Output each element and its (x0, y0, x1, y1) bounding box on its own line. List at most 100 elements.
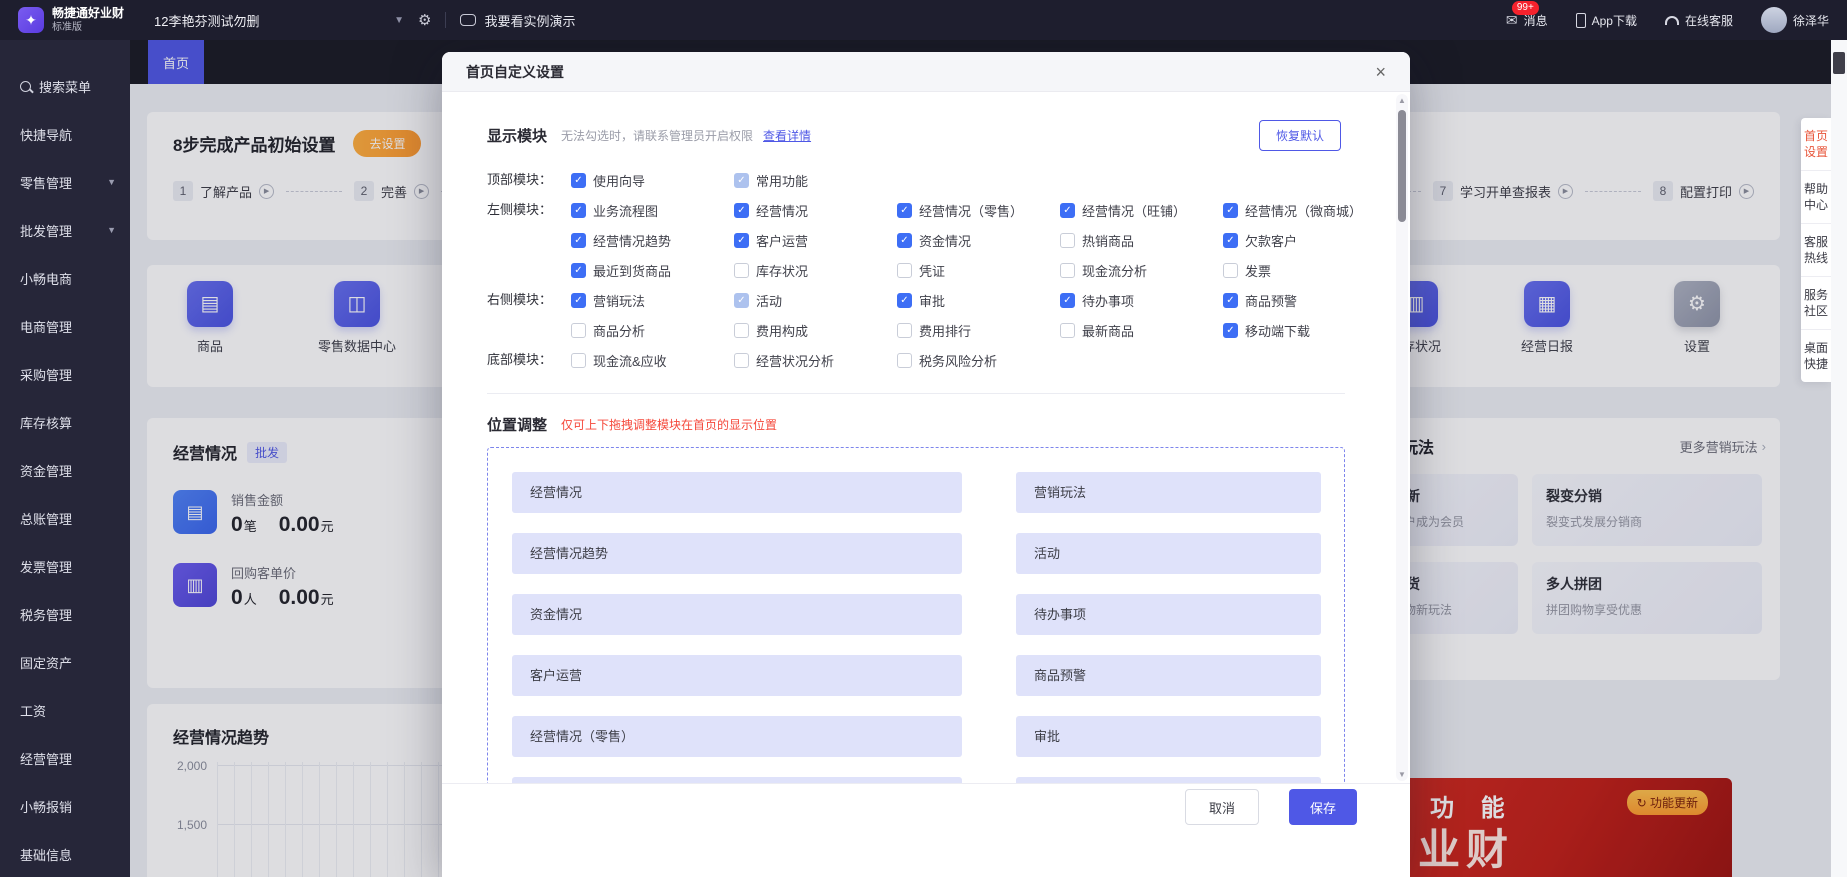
module-checkbox-1-6[interactable]: ✓ 客户运营 (734, 225, 897, 255)
module-checkbox-1-2[interactable]: ✓ 经营情况（零售） (897, 195, 1060, 225)
module-checkbox-2-6[interactable]: 费用构成 (734, 315, 897, 345)
module-checkbox-3-1[interactable]: 经营状况分析 (734, 345, 897, 375)
module-checkbox-3-0[interactable]: 现金流&应收 (571, 345, 734, 375)
rail-item-0[interactable]: 首页设置 (1801, 118, 1831, 171)
module-checkbox-1-1[interactable]: ✓ 经营情况 (734, 195, 897, 225)
sidebar-item-0[interactable]: 搜索菜单 (0, 62, 130, 110)
demo-link[interactable]: 我要看实例演示 (460, 11, 575, 30)
module-checkbox-2-1[interactable]: ✓ 活动 (734, 285, 897, 315)
scroll-up-icon[interactable]: ▲ (1396, 96, 1408, 105)
modal-scrollbar-thumb[interactable] (1398, 110, 1406, 222)
module-checkbox-1-13[interactable]: 现金流分析 (1060, 255, 1223, 285)
account-name: 12李艳芬测试勿删 (154, 13, 260, 29)
module-group-label: 顶部模块： (487, 172, 553, 187)
drag-item-right-2[interactable]: 待办事项 (1016, 594, 1321, 635)
module-checkbox-1-8[interactable]: 热销商品 (1060, 225, 1223, 255)
sidebar: 搜索菜单 快捷导航 零售管理 ▼ 批发管理 ▼ 小畅电商电商管理采购管理 库存核算 资金管理总账… (0, 40, 130, 877)
gear-icon[interactable]: ⚙ (418, 11, 431, 29)
module-checkbox-1-3[interactable]: ✓ 经营情况（旺铺） (1060, 195, 1223, 225)
module-checkbox-2-5[interactable]: 商品分析 (571, 315, 734, 345)
drag-item-right-4[interactable]: 审批 (1016, 716, 1321, 757)
module-checkbox-2-9[interactable]: ✓ 移动端下载 (1223, 315, 1386, 345)
sidebar-item-label: 电商管理 (20, 319, 73, 335)
sidebar-item-label: 总账管理 (20, 511, 73, 527)
module-checkbox-2-0[interactable]: ✓ 营销玩法 (571, 285, 734, 315)
brand: ✦ 畅捷通好业财 标准版 (18, 6, 124, 34)
checkbox-label: 经营情况（旺铺） (1082, 203, 1187, 219)
module-checkbox-2-8[interactable]: 最新商品 (1060, 315, 1223, 345)
module-checkbox-1-5[interactable]: ✓ 经营情况趋势 (571, 225, 734, 255)
checkbox-icon: ✓ (1223, 292, 1238, 308)
checkbox-icon: ✓ (734, 172, 749, 188)
user-menu[interactable]: 徐泽华 (1760, 7, 1829, 33)
sidebar-item-8[interactable]: 资金管理 (0, 446, 130, 494)
sidebar-item-14[interactable]: 经营管理 (0, 734, 130, 782)
drag-item-left-0[interactable]: 经营情况 (512, 472, 962, 513)
scroll-down-icon[interactable]: ▼ (1396, 770, 1408, 779)
restore-default-button[interactable]: 恢复默认 (1258, 120, 1341, 151)
module-checkbox-0-0[interactable]: ✓ 使用向导 (571, 165, 734, 195)
module-checkbox-2-2[interactable]: ✓ 审批 (897, 285, 1060, 315)
checkbox-icon: ✓ (897, 232, 912, 248)
module-checkbox-1-4[interactable]: ✓ 经营情况（微商城） (1223, 195, 1386, 225)
divider (445, 12, 447, 28)
sidebar-item-11[interactable]: 税务管理 (0, 590, 130, 638)
message-count-badge: 99+ (1511, 0, 1539, 15)
sidebar-item-16[interactable]: 基础信息 (0, 830, 130, 877)
checkbox-label: 业务流程图 (593, 203, 659, 219)
drag-item-left-3[interactable]: 客户运营 (512, 655, 962, 696)
checkbox-icon: ✓ (1060, 292, 1075, 308)
module-checkbox-1-0[interactable]: ✓ 业务流程图 (571, 195, 734, 225)
sidebar-item-1[interactable]: 快捷导航 (0, 110, 130, 158)
app-download-button[interactable]: App下载 (1575, 12, 1637, 29)
topbar-right: 99+ ✉ 消息 App下载 在线客服 徐泽华 (1506, 0, 1829, 33)
checkbox-label: 资金情况 (919, 233, 972, 249)
account-selector[interactable]: 12李艳芬测试勿删 ▼ (154, 11, 404, 30)
module-checkbox-1-11[interactable]: 库存状况 (734, 255, 897, 285)
module-checkbox-2-7[interactable]: 费用排行 (897, 315, 1060, 345)
view-details-link[interactable]: 查看详情 (763, 127, 811, 144)
sidebar-item-3[interactable]: 批发管理 ▼ (0, 206, 130, 254)
online-service-button[interactable]: 在线客服 (1664, 12, 1733, 29)
page-scrollbar[interactable] (1831, 40, 1847, 877)
drag-item-right-1[interactable]: 活动 (1016, 533, 1321, 574)
module-checkbox-1-7[interactable]: ✓ 资金情况 (897, 225, 1060, 255)
sidebar-item-2[interactable]: 零售管理 ▼ (0, 158, 130, 206)
drag-item-right-0[interactable]: 营销玩法 (1016, 472, 1321, 513)
close-icon[interactable]: × (1375, 63, 1386, 81)
module-checkbox-1-9[interactable]: ✓ 欠款客户 (1223, 225, 1386, 255)
checkbox-label: 热销商品 (1082, 233, 1135, 249)
module-checkbox-1-10[interactable]: ✓ 最近到货商品 (571, 255, 734, 285)
sidebar-item-9[interactable]: 总账管理 (0, 494, 130, 542)
modal-body: 显示模块 无法勾选时，请联系管理员开启权限 查看详情 恢复默认 顶部模块： ✓ 使用… (442, 92, 1410, 783)
module-checkbox-0-1[interactable]: ✓ 常用功能 (734, 165, 897, 195)
module-checkbox-2-3[interactable]: ✓ 待办事项 (1060, 285, 1223, 315)
rail-item-3[interactable]: 服务社区 (1801, 277, 1831, 330)
messages-button[interactable]: 99+ ✉ 消息 (1506, 0, 1548, 29)
sidebar-item-10[interactable]: 发票管理 (0, 542, 130, 590)
save-button[interactable]: 保存 (1289, 789, 1357, 825)
module-checkbox-2-4[interactable]: ✓ 商品预警 (1223, 285, 1386, 315)
drag-item-left-2[interactable]: 资金情况 (512, 594, 962, 635)
module-checkbox-3-2[interactable]: 税务风险分析 (897, 345, 1060, 375)
drag-item-left-1[interactable]: 经营情况趋势 (512, 533, 962, 574)
checkbox-label: 客户运营 (756, 233, 809, 249)
sidebar-item-13[interactable]: 工资 (0, 686, 130, 734)
sidebar-item-15[interactable]: 小畅报销 (0, 782, 130, 830)
sidebar-item-4[interactable]: 小畅电商 (0, 254, 130, 302)
sidebar-item-12[interactable]: 固定资产 (0, 638, 130, 686)
checkbox-label: 费用构成 (756, 323, 809, 339)
drag-item-right-3[interactable]: 商品预警 (1016, 655, 1321, 696)
module-checkbox-1-14[interactable]: 发票 (1223, 255, 1386, 285)
sidebar-item-6[interactable]: 采购管理 (0, 350, 130, 398)
drag-item-left-4[interactable]: 经营情况（零售） (512, 716, 962, 757)
cancel-button[interactable]: 取消 (1185, 789, 1259, 825)
modal-scrollbar[interactable]: ▲ ▼ (1396, 94, 1408, 781)
rail-item-4[interactable]: 桌面快捷 (1801, 330, 1831, 382)
rail-item-1[interactable]: 帮助中心 (1801, 171, 1831, 224)
sidebar-item-5[interactable]: 电商管理 (0, 302, 130, 350)
sidebar-item-7[interactable]: 库存核算 (0, 398, 130, 446)
module-checkbox-1-12[interactable]: 凭证 (897, 255, 1060, 285)
page-scrollbar-thumb[interactable] (1833, 52, 1845, 74)
rail-item-2[interactable]: 客服热线 (1801, 224, 1831, 277)
